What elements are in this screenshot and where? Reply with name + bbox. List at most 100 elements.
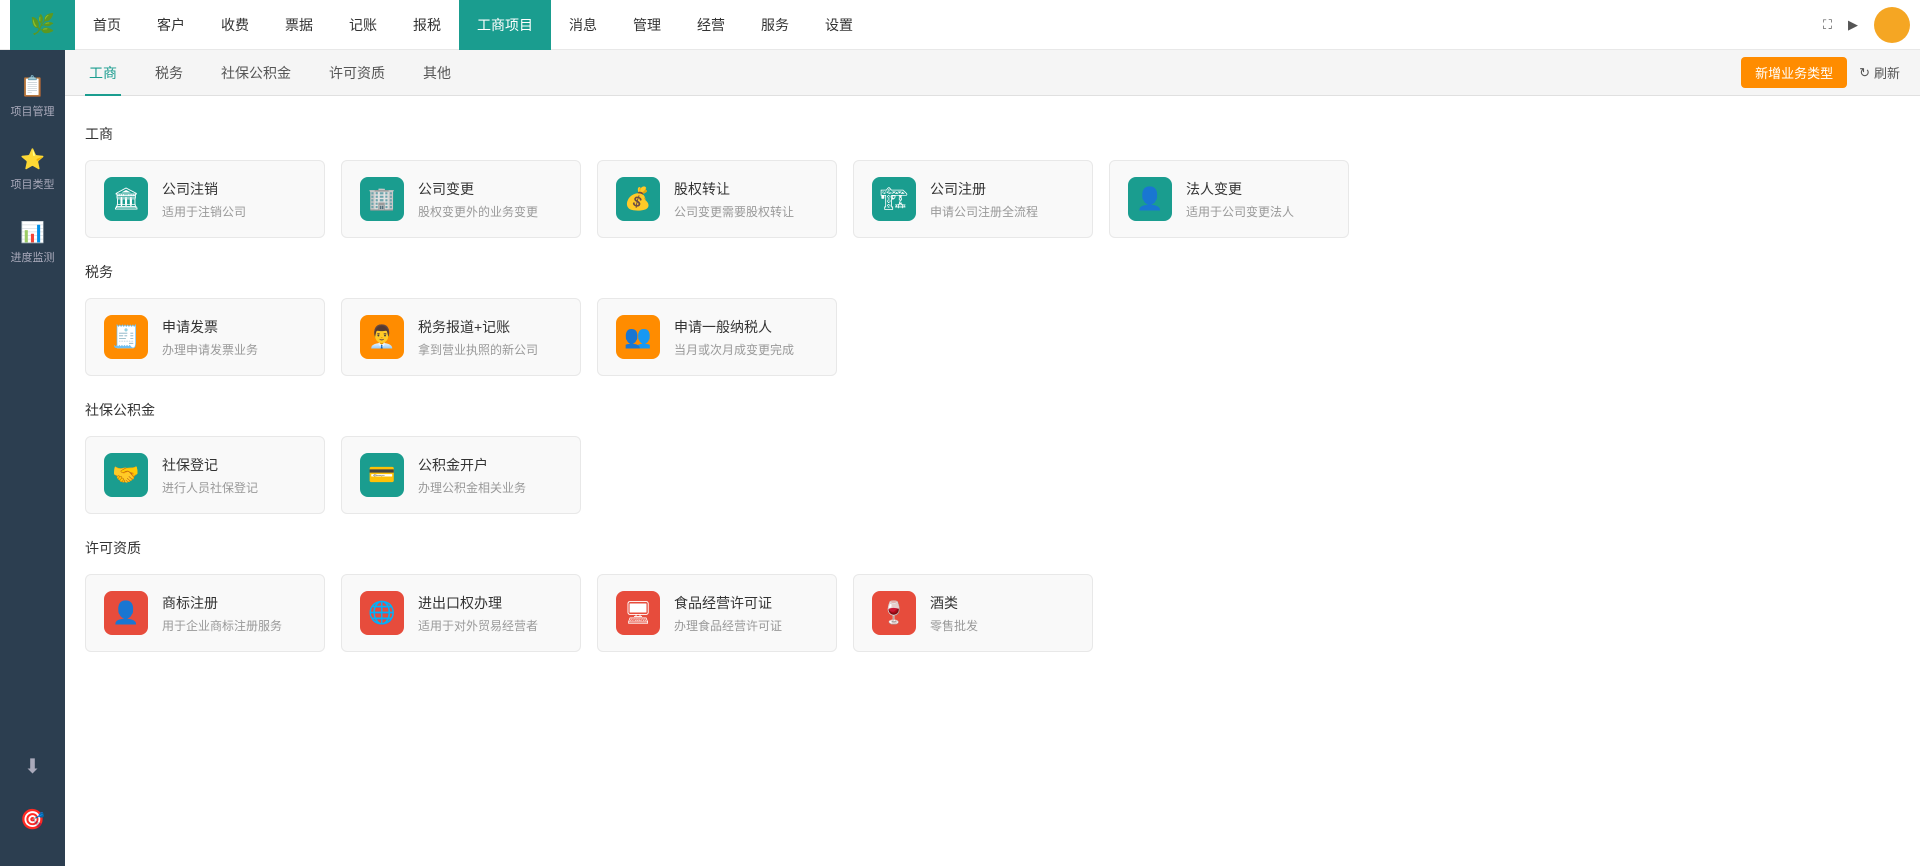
content-area: 工商税务社保公积金许可资质其他 新增业务类型 ↻ 刷新 工商 🏛 公司注销 适用… bbox=[65, 50, 1920, 866]
nav-item-消息[interactable]: 消息 bbox=[551, 0, 615, 50]
card-title: 公司注销 bbox=[162, 179, 246, 199]
tab-许可资质[interactable]: 许可资质 bbox=[325, 50, 389, 96]
nav-item-设置[interactable]: 设置 bbox=[807, 0, 871, 50]
card-desc: 股权变更外的业务变更 bbox=[418, 203, 538, 220]
avatar[interactable] bbox=[1874, 7, 1910, 43]
card-desc: 公司变更需要股权转让 bbox=[674, 203, 794, 220]
card-title: 商标注册 bbox=[162, 593, 282, 613]
card-desc: 办理申请发票业务 bbox=[162, 341, 258, 358]
vip-button[interactable]: ▶ bbox=[1848, 17, 1862, 33]
sidebar-item-进度监测[interactable]: 📊 进度监测 bbox=[0, 206, 65, 279]
cards-grid-许可资质: 👤 商标注册 用于企业商标注册服务 🌐 进出口权办理 适用于对外贸易经营者 🖥 … bbox=[85, 574, 1900, 652]
sidebar-label: 进度监测 bbox=[11, 249, 55, 265]
card-info: 食品经营许可证 办理食品经营许可证 bbox=[674, 593, 782, 634]
nav-item-首页[interactable]: 首页 bbox=[75, 0, 139, 50]
sidebar-icon: 📋 bbox=[20, 74, 45, 99]
card-申请一般纳税人[interactable]: 👥 申请一般纳税人 当月或次月成变更完成 bbox=[597, 298, 837, 376]
card-title: 税务报道+记账 bbox=[418, 317, 538, 337]
card-进出口权办理[interactable]: 🌐 进出口权办理 适用于对外贸易经营者 bbox=[341, 574, 581, 652]
card-税务报道+记账[interactable]: 👨‍💼 税务报道+记账 拿到营业执照的新公司 bbox=[341, 298, 581, 376]
card-info: 公司注销 适用于注销公司 bbox=[162, 179, 246, 220]
card-title: 酒类 bbox=[930, 593, 978, 613]
card-title: 法人变更 bbox=[1186, 179, 1294, 199]
section-title-社保公积金: 社保公积金 bbox=[85, 400, 1900, 420]
tab-社保公积金[interactable]: 社保公积金 bbox=[217, 50, 295, 96]
card-公司注销[interactable]: 🏛 公司注销 适用于注销公司 bbox=[85, 160, 325, 238]
sidebar-icon: ⭐ bbox=[20, 147, 45, 172]
nav-item-服务[interactable]: 服务 bbox=[743, 0, 807, 50]
nav-item-经营[interactable]: 经营 bbox=[679, 0, 743, 50]
card-商标注册[interactable]: 👤 商标注册 用于企业商标注册服务 bbox=[85, 574, 325, 652]
refresh-button[interactable]: ↻ 刷新 bbox=[1859, 63, 1900, 82]
card-公司变更[interactable]: 🏢 公司变更 股权变更外的业务变更 bbox=[341, 160, 581, 238]
main-layout: 📋项目管理⭐项目类型📊进度监测⬇🎯 工商税务社保公积金许可资质其他 新增业务类型… bbox=[0, 50, 1920, 866]
section-title-工商: 工商 bbox=[85, 124, 1900, 144]
tab-税务[interactable]: 税务 bbox=[151, 50, 187, 96]
card-申请发票[interactable]: 🧾 申请发票 办理申请发票业务 bbox=[85, 298, 325, 376]
fullscreen-button[interactable]: ⛶ bbox=[1823, 17, 1836, 33]
card-icon: 🍷 bbox=[872, 591, 916, 635]
sidebar-bottom-item[interactable]: ⬇ bbox=[20, 740, 45, 793]
content-scroll[interactable]: 工商 🏛 公司注销 适用于注销公司 🏢 公司变更 股权变更外的业务变更 💰 股权… bbox=[65, 96, 1920, 866]
card-icon: 👤 bbox=[1128, 177, 1172, 221]
fullscreen-icon: ⛶ bbox=[1823, 17, 1832, 33]
tab-bar: 工商税务社保公积金许可资质其他 新增业务类型 ↻ 刷新 bbox=[65, 50, 1920, 96]
card-股权转让[interactable]: 💰 股权转让 公司变更需要股权转让 bbox=[597, 160, 837, 238]
card-info: 法人变更 适用于公司变更法人 bbox=[1186, 179, 1294, 220]
nav-item-管理[interactable]: 管理 bbox=[615, 0, 679, 50]
card-icon: 🧾 bbox=[104, 315, 148, 359]
card-title: 社保登记 bbox=[162, 455, 258, 475]
sidebar-label: 项目管理 bbox=[11, 103, 55, 119]
card-desc: 申请公司注册全流程 bbox=[930, 203, 1038, 220]
sidebar-bottom-icon: ⬇ bbox=[24, 754, 41, 779]
card-食品经营许可证[interactable]: 🖥 食品经营许可证 办理食品经营许可证 bbox=[597, 574, 837, 652]
card-info: 申请一般纳税人 当月或次月成变更完成 bbox=[674, 317, 794, 358]
tab-其他[interactable]: 其他 bbox=[419, 50, 455, 96]
nav-right: ⛶ ▶ bbox=[1823, 7, 1910, 43]
logo: 🌿 bbox=[10, 0, 75, 50]
card-desc: 当月或次月成变更完成 bbox=[674, 341, 794, 358]
cards-grid-工商: 🏛 公司注销 适用于注销公司 🏢 公司变更 股权变更外的业务变更 💰 股权转让 … bbox=[85, 160, 1900, 238]
nav-items: 首页客户收费票据记账报税工商项目消息管理经营服务设置 bbox=[75, 0, 1823, 50]
card-info: 酒类 零售批发 bbox=[930, 593, 978, 634]
card-title: 公积金开户 bbox=[418, 455, 526, 475]
card-desc: 适用于注销公司 bbox=[162, 203, 246, 220]
card-公积金开户[interactable]: 💳 公积金开户 办理公积金相关业务 bbox=[341, 436, 581, 514]
card-desc: 适用于公司变更法人 bbox=[1186, 203, 1294, 220]
nav-item-工商项目[interactable]: 工商项目 bbox=[459, 0, 551, 50]
sidebar-bottom-item[interactable]: 🎯 bbox=[20, 793, 45, 846]
card-公司注册[interactable]: 🏗 公司注册 申请公司注册全流程 bbox=[853, 160, 1093, 238]
nav-item-客户[interactable]: 客户 bbox=[139, 0, 203, 50]
sidebar-item-项目管理[interactable]: 📋 项目管理 bbox=[0, 60, 65, 133]
cards-grid-社保公积金: 🤝 社保登记 进行人员社保登记 💳 公积金开户 办理公积金相关业务 bbox=[85, 436, 1900, 514]
logo-icon: 🌿 bbox=[30, 12, 55, 37]
nav-item-票据[interactable]: 票据 bbox=[267, 0, 331, 50]
new-type-button[interactable]: 新增业务类型 bbox=[1741, 57, 1847, 88]
card-desc: 进行人员社保登记 bbox=[162, 479, 258, 496]
card-desc: 办理公积金相关业务 bbox=[418, 479, 526, 496]
sidebar-icon: 📊 bbox=[20, 220, 45, 245]
card-icon: 👤 bbox=[104, 591, 148, 635]
nav-item-记账[interactable]: 记账 bbox=[331, 0, 395, 50]
section-title-许可资质: 许可资质 bbox=[85, 538, 1900, 558]
card-icon: 🏗 bbox=[872, 177, 916, 221]
card-title: 公司变更 bbox=[418, 179, 538, 199]
tab-actions: 新增业务类型 ↻ 刷新 bbox=[1741, 57, 1900, 88]
cards-grid-税务: 🧾 申请发票 办理申请发票业务 👨‍💼 税务报道+记账 拿到营业执照的新公司 👥… bbox=[85, 298, 1900, 376]
card-icon: 🌐 bbox=[360, 591, 404, 635]
nav-item-报税[interactable]: 报税 bbox=[395, 0, 459, 50]
card-desc: 零售批发 bbox=[930, 617, 978, 634]
card-社保登记[interactable]: 🤝 社保登记 进行人员社保登记 bbox=[85, 436, 325, 514]
sidebar-item-项目类型[interactable]: ⭐ 项目类型 bbox=[0, 133, 65, 206]
card-icon: 🏛 bbox=[104, 177, 148, 221]
sidebar-label: 项目类型 bbox=[11, 176, 55, 192]
card-酒类[interactable]: 🍷 酒类 零售批发 bbox=[853, 574, 1093, 652]
card-icon: 🖥 bbox=[616, 591, 660, 635]
nav-item-收费[interactable]: 收费 bbox=[203, 0, 267, 50]
card-desc: 用于企业商标注册服务 bbox=[162, 617, 282, 634]
tab-工商[interactable]: 工商 bbox=[85, 50, 121, 96]
sidebar-bottom-icon: 🎯 bbox=[20, 807, 45, 832]
card-icon: 🏢 bbox=[360, 177, 404, 221]
card-icon: 💳 bbox=[360, 453, 404, 497]
card-法人变更[interactable]: 👤 法人变更 适用于公司变更法人 bbox=[1109, 160, 1349, 238]
